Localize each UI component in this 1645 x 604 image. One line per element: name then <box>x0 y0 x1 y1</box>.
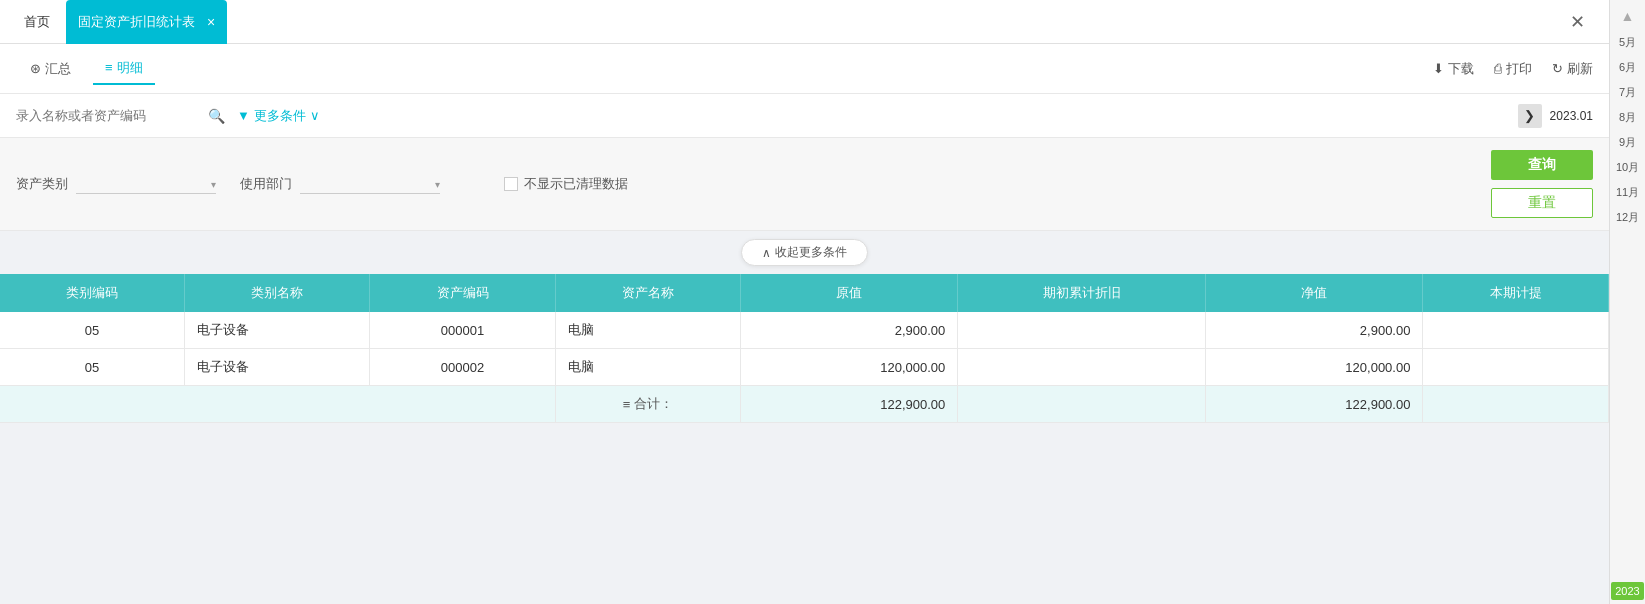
col-current-period: 本期计提 <box>1423 274 1609 312</box>
refresh-icon: ↻ <box>1552 61 1563 76</box>
table-row[interactable]: 05 电子设备 000001 电脑 2,900.00 2,900.00 <box>0 312 1609 349</box>
year-badge[interactable]: 2023 <box>1611 582 1643 600</box>
cell-category-code: 05 <box>0 349 184 386</box>
advanced-filter-area: 资产类别 使用部门 不显示已清理数据 <box>0 138 1609 231</box>
no-cleared-checkbox-item: 不显示已清理数据 <box>504 175 628 193</box>
refresh-button[interactable]: ↻ 刷新 <box>1552 60 1593 78</box>
cell-current-period <box>1423 312 1609 349</box>
cell-asset-name: 电脑 <box>555 349 741 386</box>
collapse-label: 收起更多条件 <box>775 244 847 261</box>
asset-category-label: 资产类别 <box>16 175 68 193</box>
detail-icon: ≡ <box>105 60 113 75</box>
download-button[interactable]: ⬇ 下载 <box>1433 60 1474 78</box>
sidebar-up-icon[interactable]: ▲ <box>1621 8 1635 24</box>
filter-bar: 🔍 ▼ 更多条件 ∨ ❯ 2023.01 <box>0 94 1609 138</box>
tab-home[interactable]: 首页 <box>8 0 66 44</box>
total-original-value: 122,900.00 <box>741 386 958 423</box>
sidebar-month-item[interactable]: 5月 <box>1616 30 1639 55</box>
data-table: 类别编码 类别名称 资产编码 资产名称 原值 期初累计折旧 净值 本期计提 05… <box>0 274 1609 423</box>
collapse-icon: ∧ <box>762 246 771 260</box>
cell-category-name: 电子设备 <box>184 312 370 349</box>
collapse-button[interactable]: ∧ 收起更多条件 <box>741 239 868 266</box>
cell-asset-code: 000001 <box>370 312 556 349</box>
asset-category-select[interactable] <box>76 174 216 194</box>
table-header-row: 类别编码 类别名称 资产编码 资产名称 原值 期初累计折旧 净值 本期计提 <box>0 274 1609 312</box>
tab-active[interactable]: 固定资产折旧统计表 × <box>66 0 227 44</box>
col-category-code: 类别编码 <box>0 274 184 312</box>
use-department-label: 使用部门 <box>240 175 292 193</box>
collapse-row: ∧ 收起更多条件 <box>0 231 1609 274</box>
cell-asset-name: 电脑 <box>555 312 741 349</box>
download-label: 下载 <box>1448 60 1474 78</box>
tab-summary[interactable]: ⊛ 汇总 <box>16 52 85 86</box>
cell-current-period <box>1423 349 1609 386</box>
asset-category-filter: 资产类别 <box>16 174 216 194</box>
search-input[interactable] <box>16 108 196 123</box>
print-button[interactable]: ⎙ 打印 <box>1494 60 1532 78</box>
query-button[interactable]: 查询 <box>1491 150 1593 180</box>
search-icon[interactable]: 🔍 <box>208 108 225 124</box>
cell-original-value: 120,000.00 <box>741 349 958 386</box>
tab-close-icon[interactable]: × <box>207 14 215 30</box>
tab-bar: 首页 固定资产折旧统计表 × ✕ <box>0 0 1609 44</box>
cell-initial-depreciation <box>958 312 1206 349</box>
cell-category-code: 05 <box>0 312 184 349</box>
cell-initial-depreciation <box>958 349 1206 386</box>
use-department-filter: 使用部门 <box>240 174 440 194</box>
total-net-value: 122,900.00 <box>1206 386 1423 423</box>
filter-icon: ▼ <box>237 108 250 123</box>
col-asset-code: 资产编码 <box>370 274 556 312</box>
cell-category-name: 电子设备 <box>184 349 370 386</box>
use-department-select[interactable] <box>300 174 440 194</box>
filter-actions: 查询 重置 <box>1491 150 1593 218</box>
more-filter-button[interactable]: ▼ 更多条件 ∨ <box>237 107 320 125</box>
tab-active-label: 固定资产折旧统计表 <box>78 13 195 31</box>
print-icon: ⎙ <box>1494 61 1502 76</box>
cell-net-value: 2,900.00 <box>1206 312 1423 349</box>
summary-label: 汇总 <box>45 60 71 78</box>
cell-net-value: 120,000.00 <box>1206 349 1423 386</box>
col-original-value: 原值 <box>741 274 958 312</box>
refresh-label: 刷新 <box>1567 60 1593 78</box>
sidebar-month-item[interactable]: 6月 <box>1616 55 1639 80</box>
col-initial-depreciation: 期初累计折旧 <box>958 274 1206 312</box>
cell-asset-code: 000002 <box>370 349 556 386</box>
sidebar-month-item[interactable]: 10月 <box>1616 155 1639 180</box>
col-asset-name: 资产名称 <box>555 274 741 312</box>
summary-icon: ⊛ <box>30 61 41 76</box>
total-initial-depreciation <box>958 386 1206 423</box>
sidebar-month-item[interactable]: 7月 <box>1616 80 1639 105</box>
total-row: ≡合计： 122,900.00 122,900.00 <box>0 386 1609 423</box>
date-display: 2023.01 <box>1550 109 1593 123</box>
total-label-cell <box>0 386 555 423</box>
table-wrapper: 类别编码 类别名称 资产编码 资产名称 原值 期初累计折旧 净值 本期计提 05… <box>0 274 1609 604</box>
detail-label: 明细 <box>117 59 143 77</box>
date-nav-button[interactable]: ❯ <box>1518 104 1542 128</box>
toolbar-area: ⊛ 汇总 ≡ 明细 ⬇ 下载 ⎙ 打印 ↻ 刷新 <box>0 44 1609 94</box>
total-current-period <box>1423 386 1609 423</box>
col-category-name: 类别名称 <box>184 274 370 312</box>
total-label: ≡合计： <box>555 386 741 423</box>
download-icon: ⬇ <box>1433 61 1444 76</box>
table-row[interactable]: 05 电子设备 000002 电脑 120,000.00 120,000.00 <box>0 349 1609 386</box>
sidebar-month-item[interactable]: 8月 <box>1616 105 1639 130</box>
no-cleared-label: 不显示已清理数据 <box>524 175 628 193</box>
tab-detail[interactable]: ≡ 明细 <box>93 53 155 85</box>
window-close-button[interactable]: ✕ <box>1554 11 1601 33</box>
reset-button[interactable]: 重置 <box>1491 188 1593 218</box>
print-label: 打印 <box>1506 60 1532 78</box>
total-icon: ≡ <box>623 397 631 412</box>
col-net-value: 净值 <box>1206 274 1423 312</box>
sidebar-month-item[interactable]: 11月 <box>1616 180 1639 205</box>
chevron-down-icon: ∨ <box>310 108 320 123</box>
sidebar-month-item[interactable]: 12月 <box>1616 205 1639 230</box>
no-cleared-checkbox[interactable] <box>504 177 518 191</box>
toolbar-right: ⬇ 下载 ⎙ 打印 ↻ 刷新 <box>1433 60 1593 78</box>
right-sidebar: ▲ 5月6月7月8月9月10月11月12月 2023 <box>1609 0 1645 604</box>
more-filter-label: 更多条件 <box>254 107 306 125</box>
sidebar-month-item[interactable]: 9月 <box>1616 130 1639 155</box>
cell-original-value: 2,900.00 <box>741 312 958 349</box>
